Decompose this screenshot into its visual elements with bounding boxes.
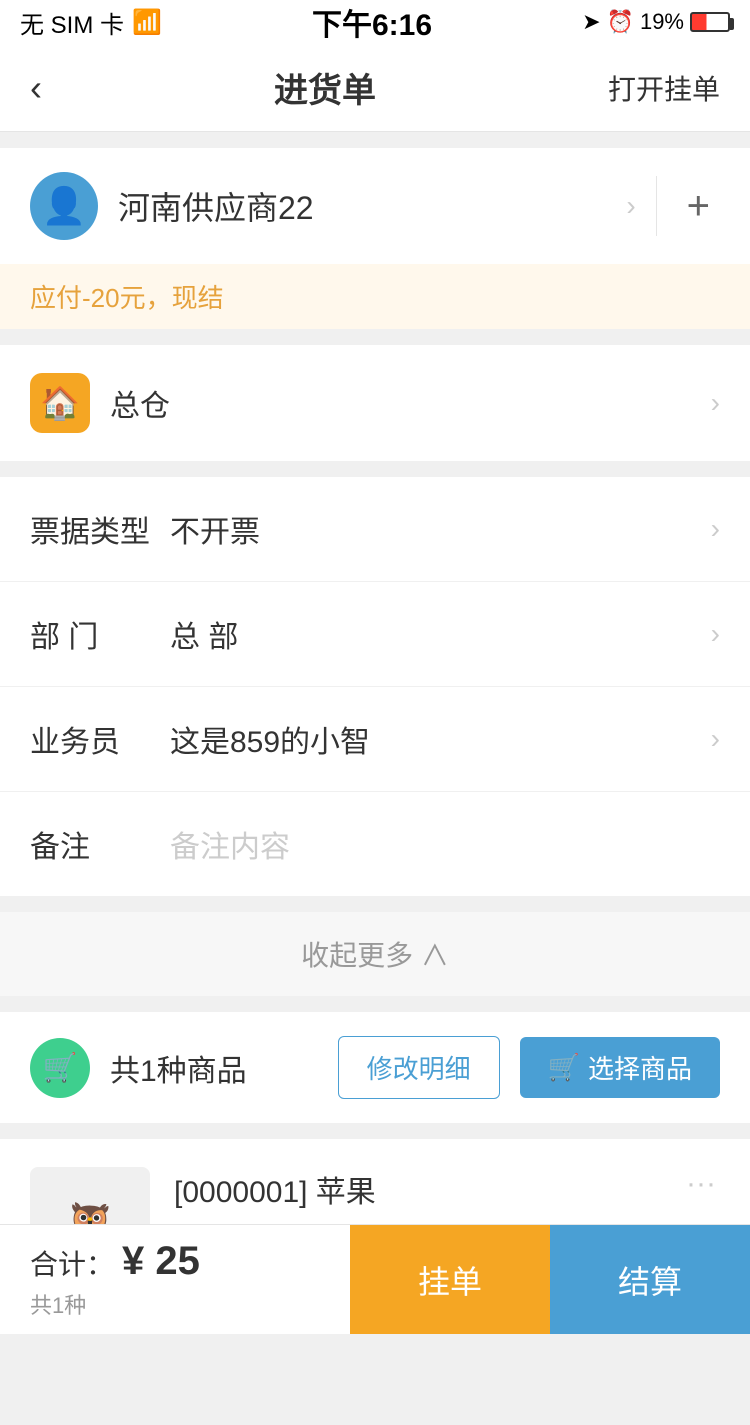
notice-bar: 应付-20元，现结 bbox=[0, 264, 750, 329]
supplier-avatar: 👤 bbox=[30, 172, 98, 240]
warehouse-label: 总仓 bbox=[110, 381, 711, 425]
bottom-bar: 合计： ¥ 25 共1种 挂单 结算 bbox=[0, 1224, 750, 1334]
sim-label: 无 SIM 卡 bbox=[20, 5, 124, 40]
back-button[interactable]: ‹ bbox=[30, 67, 42, 109]
warehouse-row[interactable]: 🏠 总仓 › bbox=[0, 345, 750, 461]
nav-bar: ‹ 进货单 打开挂单 bbox=[0, 44, 750, 132]
product-name: [0000001] 苹果 bbox=[174, 1167, 658, 1211]
chevron-right-icon-warehouse: › bbox=[711, 387, 720, 419]
chevron-right-icon-invoice: › bbox=[711, 513, 720, 545]
total-label-row: 合计： ¥ 25 bbox=[30, 1239, 320, 1284]
select-product-button[interactable]: 🛒 选择商品 bbox=[520, 1037, 720, 1098]
invoice-type-value: 不开票 bbox=[170, 507, 711, 551]
product-count: 共1种商品 bbox=[110, 1046, 318, 1090]
status-time: 下午6:16 bbox=[312, 0, 432, 44]
supplier-section: 👤 河南供应商22 › + 应付-20元，现结 bbox=[0, 148, 750, 329]
form-section: 票据类型 不开票 › 部 门 总 部 › 业务员 这是859的小智 › 备注 备… bbox=[0, 477, 750, 896]
cart-icon-symbol: 🛒 bbox=[43, 1051, 78, 1084]
page-title: 进货单 bbox=[274, 63, 376, 112]
supplier-main: 👤 河南供应商22 › bbox=[30, 172, 636, 240]
hang-order-button[interactable]: 挂单 bbox=[350, 1225, 550, 1334]
department-row[interactable]: 部 门 总 部 › bbox=[0, 582, 750, 687]
supplier-name: 河南供应商22 bbox=[118, 183, 314, 229]
invoice-type-row[interactable]: 票据类型 不开票 › bbox=[0, 477, 750, 582]
total-label: 合计： bbox=[30, 1243, 114, 1283]
collapse-toggle[interactable]: 收起更多 ∧ bbox=[0, 912, 750, 996]
product-header: 🛒 共1种商品 修改明细 🛒 选择商品 bbox=[0, 1012, 750, 1123]
total-area: 合计： ¥ 25 共1种 bbox=[0, 1225, 350, 1334]
battery-percent: 19% bbox=[640, 9, 684, 35]
chevron-right-icon-sales: › bbox=[711, 723, 720, 755]
invoice-type-label: 票据类型 bbox=[30, 507, 170, 551]
supplier-divider bbox=[656, 176, 657, 236]
open-hang-button[interactable]: 打开挂单 bbox=[608, 68, 720, 108]
divider-top bbox=[0, 132, 750, 148]
status-left: 无 SIM 卡 📶 bbox=[20, 5, 162, 40]
salesperson-label: 业务员 bbox=[30, 717, 170, 761]
salesperson-row[interactable]: 业务员 这是859的小智 › bbox=[0, 687, 750, 792]
chevron-right-icon-dept: › bbox=[711, 618, 720, 650]
location-icon: ➤ bbox=[582, 9, 600, 35]
checkout-button[interactable]: 结算 bbox=[550, 1225, 750, 1334]
supplier-row[interactable]: 👤 河南供应商22 › + bbox=[0, 148, 750, 264]
remark-placeholder: 备注内容 bbox=[170, 822, 720, 866]
product-more-button[interactable]: ··· bbox=[682, 1167, 720, 1201]
select-product-icon: 🛒 bbox=[548, 1052, 580, 1083]
cart-icon: 🛒 bbox=[30, 1038, 90, 1098]
total-amount: ¥ 25 bbox=[122, 1239, 200, 1284]
total-sub: 共1种 bbox=[30, 1288, 320, 1320]
chevron-right-icon: › bbox=[626, 190, 635, 222]
status-right: ➤ ⏰ 19% bbox=[582, 9, 730, 35]
user-icon: 👤 bbox=[42, 185, 87, 227]
wifi-icon: 📶 bbox=[132, 8, 162, 37]
alarm-icon: ⏰ bbox=[607, 9, 634, 35]
warehouse-icon: 🏠 bbox=[40, 384, 80, 422]
notice-text: 应付-20元，现结 bbox=[30, 283, 224, 313]
warehouse-icon-bg: 🏠 bbox=[30, 373, 90, 433]
select-product-label: 选择商品 bbox=[588, 1049, 692, 1086]
warehouse-section: 🏠 总仓 › bbox=[0, 345, 750, 461]
remark-label: 备注 bbox=[30, 822, 170, 866]
remark-row[interactable]: 备注 备注内容 bbox=[0, 792, 750, 896]
battery-icon bbox=[690, 12, 730, 32]
add-supplier-button[interactable]: + bbox=[677, 184, 720, 229]
department-label: 部 门 bbox=[30, 612, 170, 656]
salesperson-value: 这是859的小智 bbox=[170, 717, 711, 761]
edit-detail-button[interactable]: 修改明细 bbox=[338, 1036, 500, 1099]
status-bar: 无 SIM 卡 📶 下午6:16 ➤ ⏰ 19% bbox=[0, 0, 750, 44]
department-value: 总 部 bbox=[170, 612, 711, 656]
